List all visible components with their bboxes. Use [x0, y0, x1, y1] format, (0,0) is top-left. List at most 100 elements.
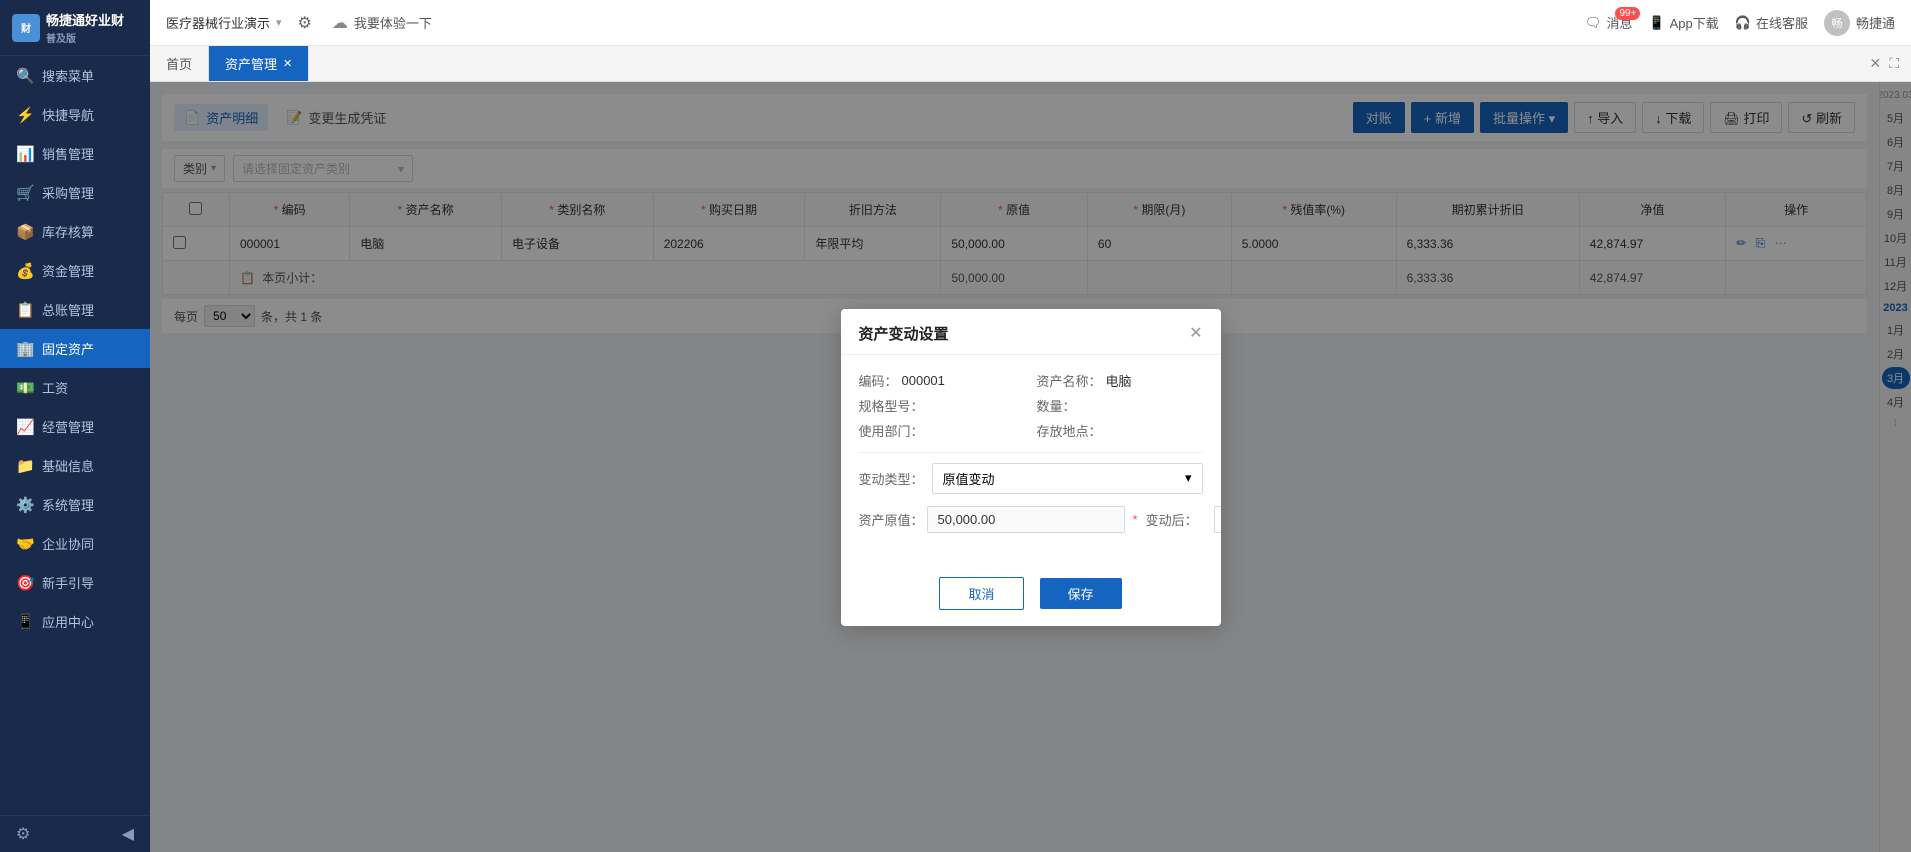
window-maximize-btn[interactable]: ⛶	[1889, 55, 1899, 72]
modal-after-label: 变动后：	[1146, 510, 1206, 529]
purchase-mgmt-icon: 🛒	[16, 184, 34, 202]
modal-change-type-label: 变动类型：	[859, 469, 924, 488]
modal-overlay: 资产变动设置 ✕ 编码： 000001 资产名称： 电脑	[150, 82, 1911, 852]
fixed-assets-label: 固定资产	[42, 339, 94, 358]
corp-collab-label: 企业协同	[42, 534, 94, 553]
message-button[interactable]: 🗨 消息 99+	[1585, 13, 1633, 32]
inventory-label: 库存核算	[42, 222, 94, 241]
main-area: 医疗器械行业演示 ▾ ⚙ ☁ 我要体验一下 🗨 消息 99+ 📱 App下载 🎧…	[150, 0, 1911, 852]
modal-value-row: 资产原值： * 变动后：	[859, 506, 1203, 533]
modal-spec-field: 规格型号：	[859, 396, 1025, 415]
ledger-icon: 📋	[16, 301, 34, 319]
sidebar-item-app-center[interactable]: 📱应用中心	[0, 602, 150, 641]
modal-info-grid: 编码： 000001 资产名称： 电脑 规格型号： 数量：	[859, 371, 1203, 440]
tab-home[interactable]: 首页	[150, 46, 209, 81]
tab-asset-mgmt-close[interactable]: ✕	[283, 57, 292, 70]
modal-after-input[interactable]	[1214, 506, 1221, 533]
sidebar-item-beginner-guide[interactable]: 🎯 新手引导	[0, 563, 150, 602]
app-edition: 普及版	[46, 30, 124, 45]
sales-mgmt-label: 销售管理	[42, 144, 94, 163]
modal-original-value-label: 资产原值：	[859, 510, 919, 529]
corp-collab-icon: 🤝	[16, 535, 34, 553]
sidebar-toggle-icon[interactable]: ◀	[122, 824, 134, 844]
ops-mgmt-label: 经营管理	[42, 417, 94, 436]
basic-info-icon: 📁	[16, 457, 34, 475]
sidebar-menu: 🔍搜索菜单⚡快捷导航 📊 销售管理 🛒采购管理📦库存核算 💰 资金管理 📋 总账管理 🏢 固定资产…	[0, 56, 150, 815]
sidebar: 财 畅捷通好业财 普及版 🔍搜索菜单⚡快捷导航 📊 销售管理 🛒采购管理📦库存核算 💰 资…	[0, 0, 150, 852]
settings-icon[interactable]: ⚙	[16, 824, 30, 844]
tab-home-label: 首页	[166, 54, 192, 73]
topbar: 医疗器械行业演示 ▾ ⚙ ☁ 我要体验一下 🗨 消息 99+ 📱 App下载 🎧…	[150, 0, 1911, 46]
modal-dept-label: 使用部门：	[859, 421, 924, 440]
app-center-icon: 📱	[16, 613, 34, 631]
sys-mgmt-label: 系统管理	[42, 495, 94, 514]
beginner-guide-label: 新手引导	[42, 573, 94, 592]
window-close-btn[interactable]: ✕	[1869, 55, 1881, 72]
beginner-guide-icon: 🎯	[16, 574, 34, 592]
save-button[interactable]: 保存	[1040, 578, 1122, 609]
user-menu[interactable]: 畅 畅捷通	[1824, 10, 1895, 36]
message-icon: 🗨	[1585, 15, 1602, 31]
logo-text: 畅捷通好业财	[46, 10, 124, 29]
company-dropdown-arrow: ▾	[276, 16, 282, 29]
modal-title: 资产变动设置	[859, 323, 949, 344]
tab-asset-mgmt-label: 资产管理	[225, 54, 277, 73]
sales-mgmt-icon: 📊	[16, 145, 34, 163]
modal-dept-field: 使用部门：	[859, 421, 1025, 440]
modal-asset-name-value: 电脑	[1106, 371, 1132, 390]
sidebar-item-payroll[interactable]: 💵工资	[0, 368, 150, 407]
modal-footer: 取消 保存	[841, 565, 1221, 626]
basic-info-label: 基础信息	[42, 456, 94, 475]
search-menu-icon: 🔍	[16, 67, 34, 85]
cloud-icon: ☁	[332, 13, 348, 33]
message-badge: 99+	[1615, 7, 1640, 20]
app-logo: 财 畅捷通好业财 普及版	[0, 0, 150, 56]
sidebar-item-ops-mgmt[interactable]: 📈 经营管理	[0, 407, 150, 446]
experience-button[interactable]: ☁ 我要体验一下	[332, 13, 432, 33]
ops-mgmt-icon: 📈	[16, 418, 34, 436]
sidebar-item-search-menu[interactable]: 🔍搜索菜单	[0, 56, 150, 95]
capital-mgmt-label: 资金管理	[42, 261, 94, 280]
cancel-button[interactable]: 取消	[939, 577, 1023, 610]
sidebar-footer: ⚙ ◀	[0, 815, 150, 852]
logo-icon: 财	[12, 14, 40, 42]
online-service-label: 在线客服	[1756, 13, 1808, 32]
experience-label: 我要体验一下	[354, 13, 432, 32]
topbar-right: 🗨 消息 99+ 📱 App下载 🎧 在线客服 畅 畅捷通	[1585, 10, 1895, 36]
sidebar-item-quick-nav[interactable]: ⚡快捷导航	[0, 95, 150, 134]
sidebar-item-basic-info[interactable]: 📁 基础信息	[0, 446, 150, 485]
modal-change-type-arrow: ▾	[1185, 470, 1192, 486]
modal-header: 资产变动设置 ✕	[841, 309, 1221, 355]
sidebar-item-capital-mgmt[interactable]: 💰 资金管理	[0, 251, 150, 290]
sidebar-item-sales-mgmt[interactable]: 📊 销售管理	[0, 134, 150, 173]
modal-location-field: 存放地点：	[1037, 421, 1203, 440]
tab-asset-mgmt[interactable]: 资产管理 ✕	[209, 46, 309, 81]
quick-nav-label: 快捷导航	[42, 105, 94, 124]
app-download-label: App下载	[1670, 13, 1719, 32]
sidebar-item-sys-mgmt[interactable]: ⚙️系统管理	[0, 485, 150, 524]
modal-code-value: 000001	[902, 373, 945, 388]
sidebar-item-fixed-assets[interactable]: 🏢 固定资产	[0, 329, 150, 368]
sidebar-item-purchase-mgmt[interactable]: 🛒采购管理	[0, 173, 150, 212]
modal-change-type-select[interactable]: 原值变动 ▾	[932, 463, 1203, 494]
sidebar-item-inventory[interactable]: 📦库存核算	[0, 212, 150, 251]
modal-change-type-value: 原值变动	[943, 469, 995, 488]
ledger-label: 总账管理	[42, 300, 94, 319]
company-selector[interactable]: 医疗器械行业演示 ▾	[166, 13, 282, 32]
modal-after-required-star: *	[1133, 512, 1138, 527]
capital-mgmt-icon: 💰	[16, 262, 34, 280]
online-service-button[interactable]: 🎧 在线客服	[1735, 13, 1808, 32]
modal-asset-name-field: 资产名称： 电脑	[1037, 371, 1203, 390]
sidebar-item-ledger[interactable]: 📋 总账管理	[0, 290, 150, 329]
modal-quantity-field: 数量：	[1037, 396, 1203, 415]
sidebar-item-corp-collab[interactable]: 🤝 企业协同	[0, 524, 150, 563]
modal-close-icon[interactable]: ✕	[1189, 323, 1202, 343]
modal-body: 编码： 000001 资产名称： 电脑 规格型号： 数量：	[841, 355, 1221, 565]
topbar-settings-icon[interactable]: ⚙	[298, 13, 312, 33]
app-download-button[interactable]: 📱 App下载	[1648, 13, 1718, 32]
modal-asset-name-label: 资产名称：	[1037, 371, 1102, 390]
window-controls: ✕ ⛶	[1869, 55, 1911, 72]
fixed-assets-icon: 🏢	[16, 340, 34, 358]
payroll-icon: 💵	[16, 379, 34, 397]
username: 畅捷通	[1856, 13, 1895, 32]
